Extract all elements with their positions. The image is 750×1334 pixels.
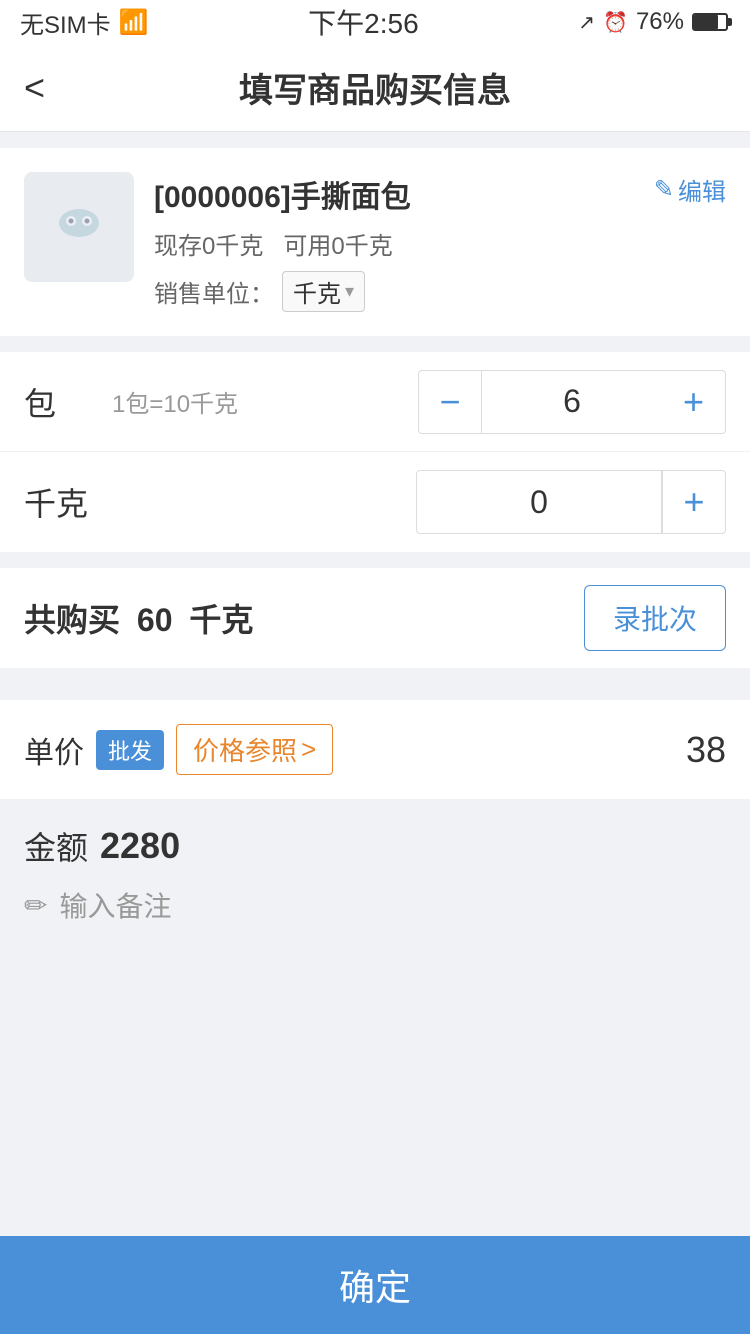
price-ref-button[interactable]: 价格参照 > [176,724,333,775]
separator-1 [0,668,750,684]
product-image [24,172,134,282]
bag-controls: − + [418,370,726,434]
price-type-badge: 批发 [96,730,164,770]
status-time: 下午2:56 [308,2,419,42]
kg-label: 千克 [24,479,104,525]
battery-percent: 76% [636,8,684,36]
bag-minus-button[interactable]: − [418,370,482,434]
total-row: 共购买 60 千克 录批次 [0,568,750,668]
edit-icon: ✎ [654,175,674,204]
kg-quantity-input[interactable] [416,470,662,534]
page-title: 填写商品购买信息 [239,63,511,112]
price-row: 单价 批发 价格参照 > 38 [24,724,726,775]
edit-button[interactable]: ✎ 编辑 [654,172,726,207]
unit-select[interactable]: 千克 ▾ [282,271,365,312]
bottom-space [0,941,750,1281]
product-stock: 现存0千克 可用0千克 [154,226,726,261]
total-text: 共购买 60 千克 [24,595,584,641]
battery-icon [692,13,730,31]
nav-bar: < 填写商品购买信息 [0,44,750,132]
price-value: 38 [686,729,726,771]
product-logo-icon [49,197,109,257]
status-bar: 无SIM卡 📶 下午2:56 ↗ ⏰ 76% [0,0,750,44]
bag-quantity-input[interactable] [482,370,662,434]
confirm-button[interactable]: 确定 [0,1236,750,1334]
wifi-icon: 📶 [119,8,149,37]
unit-arrow-icon: ▾ [345,281,354,302]
location-icon: ↗ [578,10,595,35]
carrier-label: 无SIM卡 [20,5,111,40]
input-section: 包 1包=10千克 − + 千克 + [0,352,750,552]
bag-input-row: 包 1包=10千克 − + [0,352,750,452]
remark-row[interactable]: ✏ 输入备注 [24,885,726,925]
amount-value: 2280 [100,825,180,867]
bag-hint: 1包=10千克 [112,384,418,419]
remark-label: 输入备注 [59,885,171,925]
bag-label: 包 [24,379,104,425]
status-right: ↗ ⏰ 76% [578,8,730,36]
bag-plus-button[interactable]: + [662,370,726,434]
kg-controls: + [416,470,726,534]
alarm-icon: ⏰ [603,10,628,35]
batch-button[interactable]: 录批次 [584,585,726,651]
kg-plus-button[interactable]: + [662,470,726,534]
status-left: 无SIM卡 📶 [20,5,149,40]
price-section: 单价 批发 价格参照 > 38 [0,700,750,799]
price-ref-arrow-icon: > [301,734,316,765]
product-name: [0000006]手撕面包 [154,172,726,216]
product-card: [0000006]手撕面包 现存0千克 可用0千克 销售单位： 千克 ▾ ✎ 编… [0,148,750,336]
kg-input-row: 千克 + [0,452,750,552]
pencil-icon: ✏ [24,889,47,922]
product-info: [0000006]手撕面包 现存0千克 可用0千克 销售单位： 千克 ▾ [154,172,726,312]
amount-label: 金额 [24,823,88,869]
back-button[interactable]: < [24,67,45,109]
product-unit-row: 销售单位： 千克 ▾ [154,271,726,312]
price-label: 单价 [24,728,84,772]
amount-row: 金额 2280 [24,823,726,869]
amount-section: 金额 2280 ✏ 输入备注 [0,799,750,941]
